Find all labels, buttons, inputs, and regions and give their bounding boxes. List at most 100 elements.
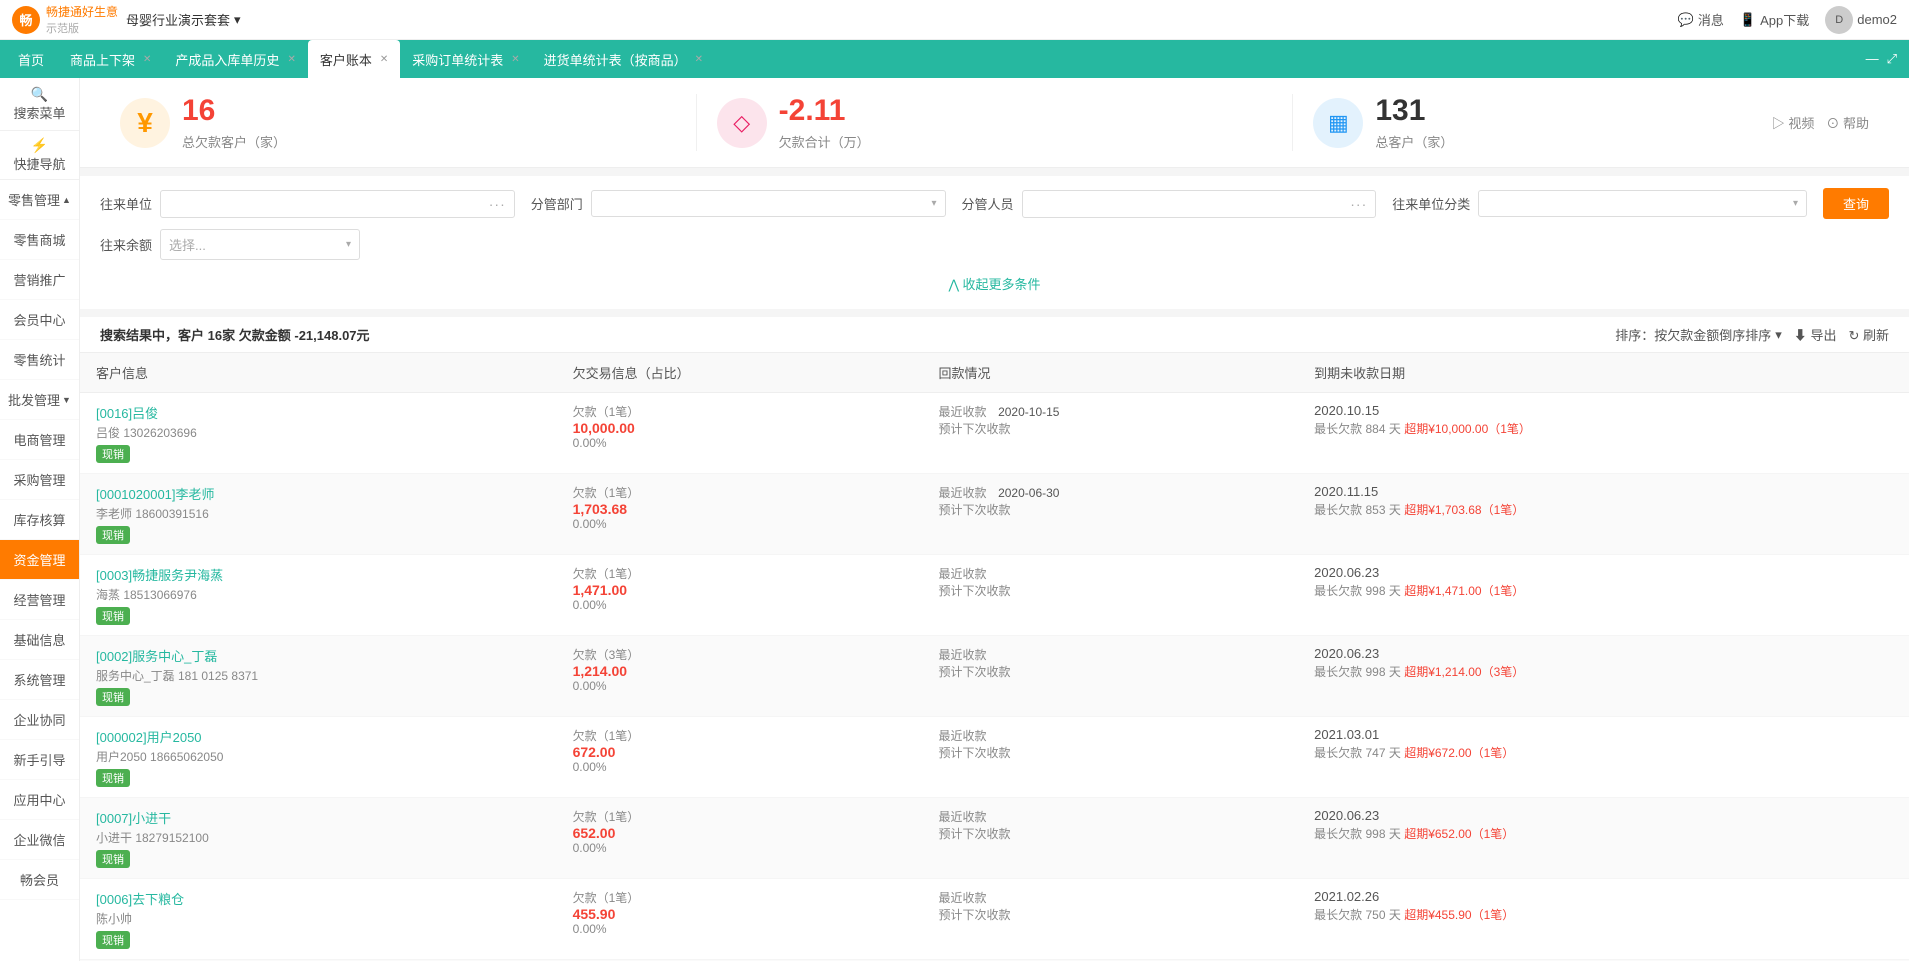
customer-name-5[interactable]: [0007]小进干: [96, 808, 541, 827]
username-label: demo2: [1857, 12, 1897, 27]
td-due-date-3: 2020.06.23 最长欠款 998 天 超期¥1,214.00（3笔）: [1298, 636, 1909, 717]
sidebar-item-inventory[interactable]: 库存核算: [0, 500, 79, 540]
logo-area: 畅 畅捷通好生意 示范版: [12, 3, 118, 36]
overdue-link-4[interactable]: 超期¥672.00（1笔）: [1404, 746, 1514, 760]
sidebar-item-member[interactable]: 会员中心: [0, 300, 79, 340]
app-subtitle: 示范版: [46, 20, 118, 36]
table-row: [0001020001]李老师 李老师 18600391516 现销 欠款（1笔…: [80, 474, 1909, 555]
sidebar-quicknav[interactable]: ⚡ 快捷导航: [0, 131, 79, 180]
td-debt-info-3: 欠款（3笔） 1,214.00 0.00%: [557, 636, 923, 717]
filter-input-dept[interactable]: ▾: [591, 190, 946, 217]
sidebar-item-wholesale[interactable]: 批发管理 ▼: [0, 380, 79, 420]
sidebar-item-finance[interactable]: 资金管理: [0, 540, 79, 580]
sidebar-search[interactable]: 🔍 搜索菜单: [0, 78, 79, 131]
help-link[interactable]: ⊙ 帮助: [1826, 113, 1869, 132]
app-download-button[interactable]: 📱 App下载: [1740, 10, 1809, 29]
tab-inbound-stats[interactable]: 进货单统计表（按商品） ✕: [532, 40, 715, 78]
chevron-down-icon-sort: ▾: [1775, 327, 1782, 343]
refresh-button[interactable]: ↻ 刷新: [1848, 325, 1889, 344]
overdue-link-5[interactable]: 超期¥652.00（1笔）: [1404, 827, 1514, 841]
sidebar-item-purchase[interactable]: 采购管理: [0, 460, 79, 500]
debt-info-0: 欠款（1笔）: [573, 403, 907, 420]
category-input[interactable]: [1487, 196, 1793, 211]
overdue-link-2[interactable]: 超期¥1,471.00（1笔）: [1404, 584, 1524, 598]
filter-input-balance[interactable]: 选择... ▾: [160, 229, 360, 260]
export-button[interactable]: ⬇ 导出: [1794, 325, 1837, 344]
debt-amount-0[interactable]: 10,000.00: [573, 420, 907, 436]
tab-purchase-stats[interactable]: 采购订单统计表 ✕: [400, 40, 531, 78]
customer-name-4[interactable]: [000002]用户2050: [96, 727, 541, 746]
tab-home[interactable]: 首页: [4, 40, 58, 78]
tab-customer-account[interactable]: 客户账本 ✕: [308, 40, 400, 78]
search-button[interactable]: 查询: [1823, 188, 1889, 219]
message-button[interactable]: 💬 消息: [1678, 10, 1724, 29]
debt-amount-6[interactable]: 455.90: [573, 906, 907, 922]
filter-input-person[interactable]: ···: [1022, 190, 1377, 218]
debt-amount-2[interactable]: 1,471.00: [573, 582, 907, 598]
dept-input[interactable]: [600, 196, 932, 211]
customer-name-2[interactable]: [0003]畅捷服务尹海蒸: [96, 565, 541, 584]
filter-input-category[interactable]: ▾: [1478, 190, 1807, 217]
debt-amount-1[interactable]: 1,703.68: [573, 501, 907, 517]
sidebar-item-ecommerce[interactable]: 电商管理: [0, 420, 79, 460]
customer-name-0[interactable]: [0016]吕俊: [96, 403, 541, 422]
due-date-1: 2020.11.15: [1314, 484, 1893, 499]
recent-payment-date-0: 2020-10-15: [998, 405, 1059, 419]
debt-amount-4[interactable]: 672.00: [573, 744, 907, 760]
table-row: [000002]用户2050 用户2050 18665062050 现销 欠款（…: [80, 717, 1909, 798]
customer-name-6[interactable]: [0006]去下粮仓: [96, 889, 541, 908]
stat-info-2: -2.11 欠款合计（万）: [779, 94, 870, 151]
person-input[interactable]: [1031, 196, 1351, 211]
sidebar-item-retail-stats[interactable]: 零售统计: [0, 340, 79, 380]
tab-inbound-close[interactable]: ✕: [287, 54, 295, 65]
partner-input[interactable]: [169, 196, 489, 211]
refresh-icon: ↻: [1848, 328, 1859, 343]
sidebar-item-appstore[interactable]: 应用中心: [0, 780, 79, 820]
tab-products-close[interactable]: ✕: [143, 54, 151, 65]
sidebar-item-retail-mgmt[interactable]: 零售管理 ▲: [0, 180, 79, 220]
collapse-row[interactable]: ⋀ 收起更多条件: [100, 270, 1889, 297]
sidebar-marketing-label: 营销推广: [13, 273, 65, 288]
table-row: [0003]畅捷服务尹海蒸 海蒸 18513066976 现销 欠款（1笔） 1…: [80, 555, 1909, 636]
video-icon: ▷: [1772, 116, 1785, 131]
customer-name-3[interactable]: [0002]服务中心_丁磊: [96, 646, 541, 665]
customer-tag-3: 现销: [96, 688, 130, 706]
user-area[interactable]: D demo2: [1825, 6, 1897, 34]
overdue-link-0[interactable]: 超期¥10,000.00（1笔）: [1404, 422, 1531, 436]
sidebar-item-system[interactable]: 系统管理: [0, 660, 79, 700]
filter-row-2: 往来余额 选择... ▾: [100, 229, 1889, 260]
sidebar-item-marketing[interactable]: 营销推广: [0, 260, 79, 300]
sidebar-item-retail-mall[interactable]: 零售商城: [0, 220, 79, 260]
td-customer-info-2: [0003]畅捷服务尹海蒸 海蒸 18513066976 现销: [80, 555, 557, 636]
sidebar-item-wechat[interactable]: 企业微信: [0, 820, 79, 860]
recovery-row-2: 最近收款: [938, 565, 1282, 582]
overdue-link-1[interactable]: 超期¥1,703.68（1笔）: [1404, 503, 1524, 517]
tab-products[interactable]: 商品上下架 ✕: [58, 40, 163, 78]
tab-customer-account-close[interactable]: ✕: [380, 54, 388, 65]
debt-info-4: 欠款（1笔）: [573, 727, 907, 744]
sidebar-item-collab[interactable]: 企业协同: [0, 700, 79, 740]
sidebar-item-operations[interactable]: 经营管理: [0, 580, 79, 620]
maximize-icon[interactable]: ⤢: [1887, 51, 1897, 67]
filter-input-partner[interactable]: ···: [160, 190, 515, 218]
overdue-link-6[interactable]: 超期¥455.90（1笔）: [1404, 908, 1514, 922]
overdue-link-3[interactable]: 超期¥1,214.00（3笔）: [1404, 665, 1524, 679]
sidebar-collab-label: 企业协同: [13, 713, 65, 728]
video-link[interactable]: ▷ 视频: [1772, 113, 1815, 132]
customer-name-1[interactable]: [0001020001]李老师: [96, 484, 541, 503]
tab-purchase-stats-close[interactable]: ✕: [511, 54, 519, 65]
tab-inbound[interactable]: 产成品入库单历史 ✕: [163, 40, 307, 78]
sort-select[interactable]: 排序：按欠款金额倒序排序 ▾: [1615, 325, 1782, 344]
store-selector[interactable]: 母婴行业演示套套 ▾: [126, 10, 241, 29]
sidebar-item-vip[interactable]: 畅会员: [0, 860, 79, 900]
debt-amount-5[interactable]: 652.00: [573, 825, 907, 841]
due-date-5: 2020.06.23: [1314, 808, 1893, 823]
td-due-date-0: 2020.10.15 最长欠款 884 天 超期¥10,000.00（1笔）: [1298, 393, 1909, 474]
tab-customer-account-label: 客户账本: [320, 50, 372, 69]
debt-amount-3[interactable]: 1,214.00: [573, 663, 907, 679]
sidebar-item-guide[interactable]: 新手引导: [0, 740, 79, 780]
tab-inbound-stats-close[interactable]: ✕: [695, 54, 703, 65]
minimize-icon[interactable]: —: [1866, 51, 1879, 67]
recovery-row-4: 最近收款: [938, 727, 1282, 744]
sidebar-item-basic-info[interactable]: 基础信息: [0, 620, 79, 660]
